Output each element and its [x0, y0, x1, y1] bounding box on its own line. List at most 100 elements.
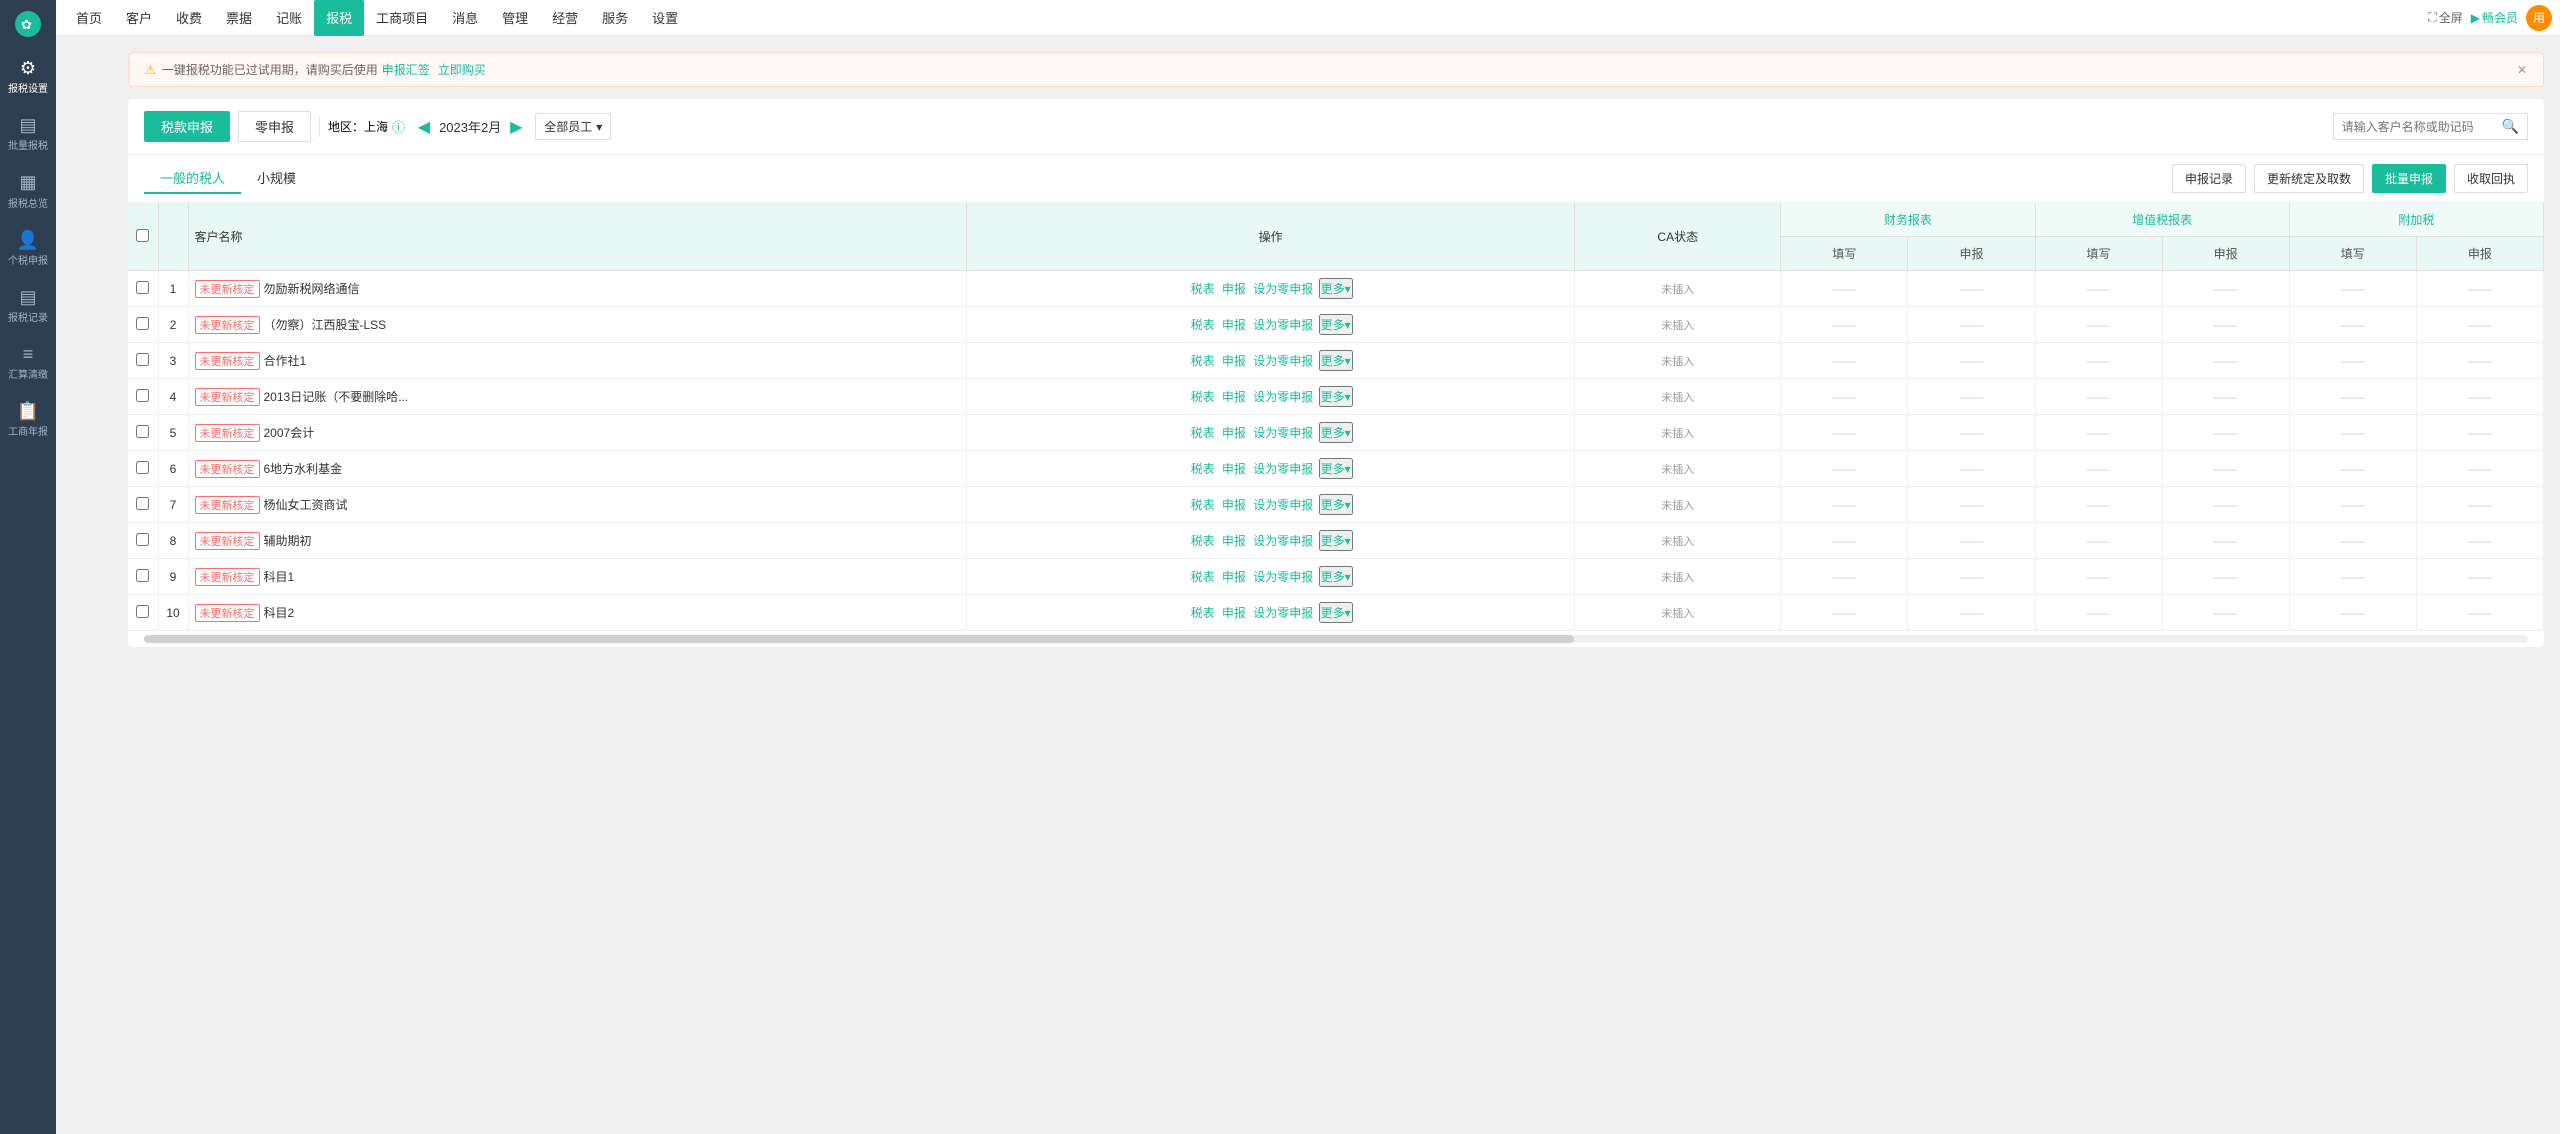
horizontal-scrollbar[interactable]	[128, 631, 2544, 647]
row-checkbox-5[interactable]	[136, 461, 149, 474]
taxpayer-tab-small[interactable]: 小规模	[241, 163, 312, 194]
user-avatar[interactable]: 用	[2526, 5, 2552, 31]
op-tax-form-8[interactable]: 税表	[1191, 568, 1215, 585]
sidebar-item-calc-clear[interactable]: ≡ 汇算清缴	[0, 334, 56, 391]
op-declare-9[interactable]: 申报	[1222, 604, 1246, 621]
row-checkbox-6[interactable]	[136, 497, 149, 510]
client-search-input[interactable]	[2342, 120, 2502, 134]
op-tax-form-1[interactable]: 税表	[1191, 316, 1215, 333]
op-more-2[interactable]: 更多▾	[1319, 350, 1353, 371]
op-more-7[interactable]: 更多▾	[1319, 530, 1353, 551]
data-table: 客户名称 操作 CA状态 财务报表 增值税报表 附加税 填写 申报 填写 申报 …	[128, 203, 2544, 631]
op-zero-9[interactable]: 设为零申报	[1253, 604, 1313, 621]
sidebar-item-tax-records[interactable]: ▤ 报税记录	[0, 277, 56, 334]
app-logo[interactable]: ✿	[0, 0, 56, 48]
op-declare-2[interactable]: 申报	[1222, 352, 1246, 369]
row-ca-0: 未插入	[1575, 271, 1781, 307]
row-checkbox-4[interactable]	[136, 425, 149, 438]
op-zero-4[interactable]: 设为零申报	[1253, 424, 1313, 441]
tag-unset-5: 未更新核定	[195, 460, 260, 478]
op-declare-8[interactable]: 申报	[1222, 568, 1246, 585]
op-more-1[interactable]: 更多▾	[1319, 314, 1353, 335]
row-checkbox-0[interactable]	[136, 281, 149, 294]
op-tax-form-9[interactable]: 税表	[1191, 604, 1215, 621]
op-zero-2[interactable]: 设为零申报	[1253, 352, 1313, 369]
update-quota-button[interactable]: 更新统定及取数	[2254, 164, 2364, 193]
op-declare-5[interactable]: 申报	[1222, 460, 1246, 477]
sidebar-item-biz-annual[interactable]: 📋 工商年报	[0, 391, 56, 448]
retrieve-button[interactable]: 收取回执	[2454, 164, 2528, 193]
row-tax-declare-5: ——	[2162, 451, 2289, 487]
nav-accounting[interactable]: 记账	[264, 0, 314, 36]
search-icon[interactable]: 🔍	[2502, 118, 2519, 135]
op-tax-form-0[interactable]: 税表	[1191, 280, 1215, 297]
nav-biz-projects[interactable]: 工商项目	[364, 0, 440, 36]
batch-declare-button[interactable]: 批量申报	[2372, 164, 2446, 193]
notice-link2[interactable]: 立即购买	[438, 61, 486, 78]
nav-admin[interactable]: 管理	[490, 0, 540, 36]
op-zero-5[interactable]: 设为零申报	[1253, 460, 1313, 477]
sidebar-item-batch-tax[interactable]: ▤ 批量报税	[0, 105, 56, 162]
row-checkbox-7[interactable]	[136, 533, 149, 546]
nav-invoice[interactable]: 票据	[214, 0, 264, 36]
op-zero-7[interactable]: 设为零申报	[1253, 532, 1313, 549]
nav-billing[interactable]: 收费	[164, 0, 214, 36]
declare-record-button[interactable]: 申报记录	[2172, 164, 2246, 193]
scrollbar-thumb[interactable]	[144, 635, 1574, 643]
op-more-3[interactable]: 更多▾	[1319, 386, 1353, 407]
member-button[interactable]: ▶ 畅会员	[2471, 9, 2518, 26]
op-more-9[interactable]: 更多▾	[1319, 602, 1353, 623]
date-next-button[interactable]: ▶	[505, 116, 527, 138]
op-tax-form-2[interactable]: 税表	[1191, 352, 1215, 369]
op-tax-form-5[interactable]: 税表	[1191, 460, 1215, 477]
tab-declare[interactable]: 税款申报	[144, 111, 230, 142]
op-zero-3[interactable]: 设为零申报	[1253, 388, 1313, 405]
sidebar-item-tax-overview[interactable]: ▦ 报税总览	[0, 162, 56, 219]
nav-tax[interactable]: 报税	[314, 0, 364, 36]
op-more-5[interactable]: 更多▾	[1319, 458, 1353, 479]
op-more-4[interactable]: 更多▾	[1319, 422, 1353, 443]
nav-client[interactable]: 客户	[114, 0, 164, 36]
row-no-2: 3	[158, 343, 188, 379]
op-more-0[interactable]: 更多▾	[1319, 278, 1353, 299]
nav-service[interactable]: 服务	[590, 0, 640, 36]
row-checkbox-1[interactable]	[136, 317, 149, 330]
op-zero-6[interactable]: 设为零申报	[1253, 496, 1313, 513]
tab-zero[interactable]: 零申报	[238, 111, 311, 142]
op-zero-0[interactable]: 设为零申报	[1253, 280, 1313, 297]
op-tax-form-3[interactable]: 税表	[1191, 388, 1215, 405]
op-zero-1[interactable]: 设为零申报	[1253, 316, 1313, 333]
op-more-6[interactable]: 更多▾	[1319, 494, 1353, 515]
op-tax-form-4[interactable]: 税表	[1191, 424, 1215, 441]
op-declare-6[interactable]: 申报	[1222, 496, 1246, 513]
nav-home[interactable]: 首页	[64, 0, 114, 36]
nav-messages[interactable]: 消息	[440, 0, 490, 36]
row-name-8: 未更新核定科目1	[188, 559, 967, 595]
op-declare-4[interactable]: 申报	[1222, 424, 1246, 441]
row-fin-declare-3: ——	[1908, 379, 2035, 415]
row-checkbox-3[interactable]	[136, 389, 149, 402]
location-info-icon[interactable]: ⓘ	[392, 117, 405, 136]
row-checkbox-2[interactable]	[136, 353, 149, 366]
sidebar-item-personal-tax[interactable]: 👤 个税申报	[0, 220, 56, 277]
select-all-checkbox[interactable]	[136, 229, 149, 242]
notice-link1[interactable]: 申报汇签	[382, 61, 430, 78]
op-tax-form-6[interactable]: 税表	[1191, 496, 1215, 513]
nav-settings[interactable]: 设置	[640, 0, 690, 36]
row-checkbox-9[interactable]	[136, 605, 149, 618]
op-zero-8[interactable]: 设为零申报	[1253, 568, 1313, 585]
sidebar-item-tax-settings[interactable]: ⚙ 报税设置	[0, 48, 56, 105]
op-declare-7[interactable]: 申报	[1222, 532, 1246, 549]
fullscreen-button[interactable]: ⛶ 全屏	[2428, 9, 2462, 26]
op-declare-0[interactable]: 申报	[1222, 280, 1246, 297]
op-tax-form-7[interactable]: 税表	[1191, 532, 1215, 549]
taxpayer-tab-general[interactable]: 一般的税人	[144, 163, 241, 194]
op-more-8[interactable]: 更多▾	[1319, 566, 1353, 587]
op-declare-3[interactable]: 申报	[1222, 388, 1246, 405]
nav-operations[interactable]: 经营	[540, 0, 590, 36]
row-checkbox-8[interactable]	[136, 569, 149, 582]
staff-selector[interactable]: 全部员工 ▾	[535, 113, 611, 140]
notice-close-button[interactable]: ✕	[2517, 63, 2527, 77]
date-prev-button[interactable]: ◀	[413, 116, 435, 138]
op-declare-1[interactable]: 申报	[1222, 316, 1246, 333]
